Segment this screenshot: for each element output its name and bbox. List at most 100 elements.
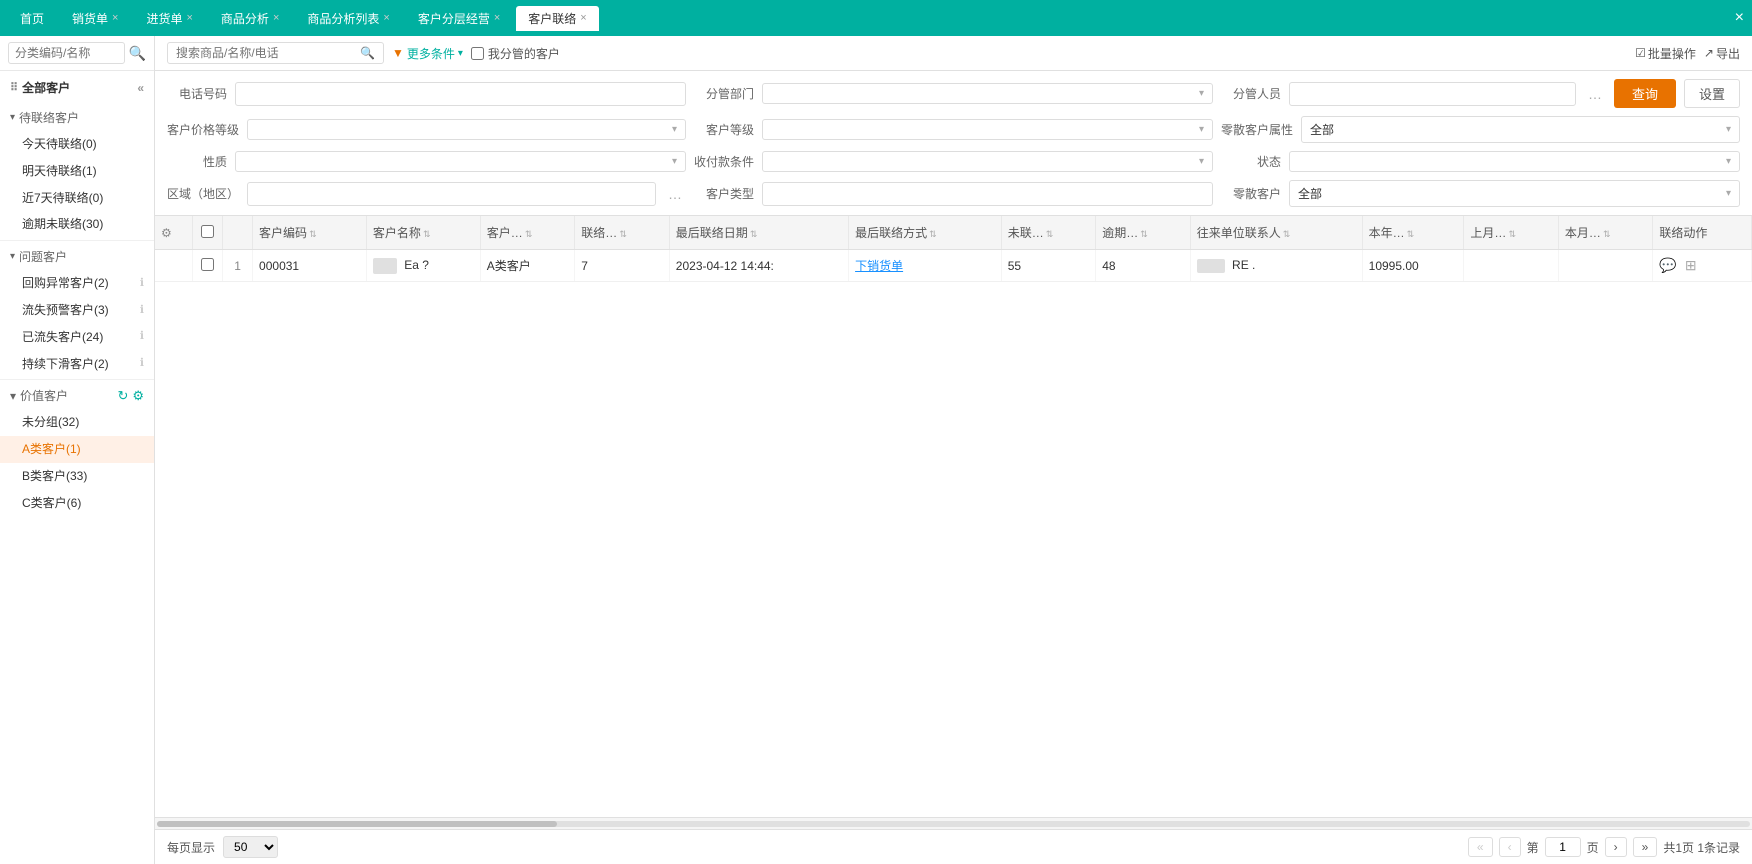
- tab-purchase-close[interactable]: ×: [186, 12, 192, 24]
- person-input[interactable]: [1289, 82, 1576, 106]
- sort-code-icon[interactable]: ⇅: [309, 229, 317, 239]
- select-all-checkbox[interactable]: [201, 225, 214, 238]
- phone-input[interactable]: [235, 82, 686, 106]
- table-header-contact: 联络…⇅: [575, 216, 670, 250]
- next-page-button[interactable]: ›: [1605, 837, 1627, 857]
- sidebar-item-tomorrow[interactable]: 明天待联络(1): [0, 158, 154, 185]
- sort-contact-icon[interactable]: ⇅: [619, 229, 627, 239]
- tab-sales-order[interactable]: 销货单 ×: [60, 6, 130, 31]
- query-button[interactable]: 查询: [1614, 79, 1676, 108]
- sort-company-contact-icon[interactable]: ⇅: [1283, 229, 1291, 239]
- price-level-select[interactable]: ▾: [247, 119, 686, 140]
- tab-goods-analysis-close[interactable]: ×: [273, 12, 279, 24]
- sidebar-item-7days[interactable]: 近7天待联络(0): [0, 185, 154, 212]
- payment-select[interactable]: ▾: [762, 151, 1213, 172]
- row-last-method-link[interactable]: 下销货单: [855, 259, 903, 273]
- my-customers-checkbox[interactable]: [471, 47, 484, 60]
- sidebar-collapse-button[interactable]: «: [137, 81, 144, 95]
- horizontal-scrollbar[interactable]: [155, 817, 1752, 829]
- tab-customer-contact[interactable]: 客户联络 ×: [516, 6, 598, 31]
- customer-type-input[interactable]: [762, 182, 1213, 206]
- sidebar-item-today[interactable]: 今天待联络(0): [0, 131, 154, 158]
- retail-attr-select[interactable]: 全部 ▾: [1301, 116, 1740, 143]
- sort-last-date-icon[interactable]: ⇅: [750, 229, 758, 239]
- filter-form: 电话号码 分管部门 ▾ 分管人员 … 查询 设置: [155, 71, 1752, 216]
- sidebar-search-icon[interactable]: 🔍: [129, 45, 146, 62]
- tab-purchase[interactable]: 进货单 ×: [134, 6, 204, 31]
- table-settings-header[interactable]: ⚙: [155, 216, 193, 250]
- tab-goods-list-close[interactable]: ×: [383, 12, 389, 24]
- row-actions: 💬 ⊞: [1653, 250, 1752, 282]
- row-contact-count: 7: [575, 250, 670, 282]
- top-actions: ☑ 批量操作 ↗ 导出: [1635, 45, 1740, 62]
- sort-name-icon[interactable]: ⇅: [423, 229, 431, 239]
- filter-row-2: 客户价格等级 ▾ 客户等级 ▾ 零散客户属性 全部: [167, 116, 1740, 143]
- sort-last-method-icon[interactable]: ⇅: [929, 229, 937, 239]
- settings-icon[interactable]: ⚙: [132, 388, 144, 404]
- customer-level-select[interactable]: ▾: [762, 119, 1213, 140]
- sidebar-item-repurchase-abnormal[interactable]: 回购异常客户(2) ℹ: [0, 270, 154, 297]
- main-search-icon[interactable]: 🔍: [360, 46, 375, 60]
- more-filters-button[interactable]: ▼ 更多条件 ▾: [392, 45, 463, 62]
- tab-home[interactable]: 首页: [8, 6, 56, 31]
- table-num-header: [223, 216, 253, 250]
- export-button[interactable]: ↗ 导出: [1704, 45, 1740, 62]
- scrollbar-thumb[interactable]: [157, 821, 557, 827]
- sidebar-item-class-c[interactable]: C类客户(6): [0, 490, 154, 517]
- tab-goods-analysis-list[interactable]: 商品分析列表 ×: [295, 6, 401, 31]
- last-page-button[interactable]: »: [1633, 837, 1658, 857]
- tab-customer-contact-close[interactable]: ×: [580, 12, 586, 24]
- export-label: 导出: [1716, 45, 1740, 62]
- region-more-icon[interactable]: …: [664, 186, 686, 202]
- sidebar-search-input[interactable]: [8, 42, 125, 64]
- sidebar-item-churn-warning[interactable]: 流失预警客户(3) ℹ: [0, 297, 154, 324]
- page-input[interactable]: [1545, 837, 1581, 857]
- sort-type-icon[interactable]: ⇅: [525, 229, 533, 239]
- table-area: ⚙ 客户编码⇅ 客户名称⇅ 客户…⇅ 联络…⇅ 最后联络日期⇅ 最后联络方式⇅ …: [155, 216, 1752, 817]
- sidebar-item-churned[interactable]: 已流失客户(24) ℹ: [0, 324, 154, 351]
- tab-goods-analysis[interactable]: 商品分析 ×: [209, 6, 291, 31]
- filter-icon: ▼: [392, 46, 404, 60]
- batch-ops-button[interactable]: ☑ 批量操作: [1635, 45, 1696, 62]
- comment-icon[interactable]: 💬: [1659, 257, 1676, 274]
- status-select[interactable]: ▾: [1289, 151, 1740, 172]
- per-page-select[interactable]: 50 100: [223, 836, 278, 858]
- settings-button[interactable]: 设置: [1684, 79, 1740, 108]
- sort-last-month-icon[interactable]: ⇅: [1508, 229, 1516, 239]
- refresh-icon[interactable]: ↻: [117, 388, 128, 404]
- tab-customer-tier-close[interactable]: ×: [494, 12, 500, 24]
- sort-overdue-icon[interactable]: ⇅: [1140, 229, 1148, 239]
- table-checkbox-header: [193, 216, 223, 250]
- sidebar-item-class-a[interactable]: A类客户(1): [0, 436, 154, 463]
- person-more-icon[interactable]: …: [1584, 86, 1606, 102]
- sidebar-item-class-b[interactable]: B类客户(33): [0, 463, 154, 490]
- tab-customer-tier[interactable]: 客户分层经营 ×: [406, 6, 512, 31]
- first-page-button[interactable]: «: [1468, 837, 1493, 857]
- window-close-button[interactable]: ×: [1735, 9, 1744, 27]
- sidebar-section-problem[interactable]: ▾ 问题客户: [0, 243, 154, 270]
- sidebar-item-ungrouped[interactable]: 未分组(32): [0, 409, 154, 436]
- tab-sales-close[interactable]: ×: [112, 12, 118, 24]
- filter-status: 状态 ▾: [1221, 151, 1740, 172]
- sidebar-section-value[interactable]: ▾ 价值客户: [10, 387, 68, 404]
- dept-select[interactable]: ▾: [762, 83, 1213, 104]
- prev-page-button[interactable]: ‹: [1499, 837, 1521, 857]
- sidebar-item-declining[interactable]: 持续下滑客户(2) ℹ: [0, 351, 154, 378]
- retail-select[interactable]: 全部 ▾: [1289, 180, 1740, 207]
- nature-select[interactable]: ▾: [235, 151, 686, 172]
- row-company-contact-text: RE .: [1232, 258, 1255, 272]
- sidebar-item-overdue[interactable]: 逾期未联络(30): [0, 211, 154, 238]
- table-header-type: 客户…⇅: [480, 216, 575, 250]
- per-page-label: 每页显示: [167, 839, 215, 856]
- sort-no-contact-icon[interactable]: ⇅: [1046, 229, 1054, 239]
- sidebar-section-pending[interactable]: ▾ 待联络客户: [0, 104, 154, 131]
- sort-this-year-icon[interactable]: ⇅: [1407, 229, 1415, 239]
- main-search-input[interactable]: [176, 46, 356, 60]
- sort-this-month-icon[interactable]: ⇅: [1603, 229, 1611, 239]
- row-last-method[interactable]: 下销货单: [849, 250, 1002, 282]
- row-checkbox[interactable]: [201, 258, 214, 271]
- filter-customer-level: 客户等级 ▾: [694, 119, 1213, 140]
- qr-icon[interactable]: ⊞: [1685, 257, 1697, 274]
- region-input[interactable]: [247, 182, 656, 206]
- row-overdue: 48: [1096, 250, 1191, 282]
